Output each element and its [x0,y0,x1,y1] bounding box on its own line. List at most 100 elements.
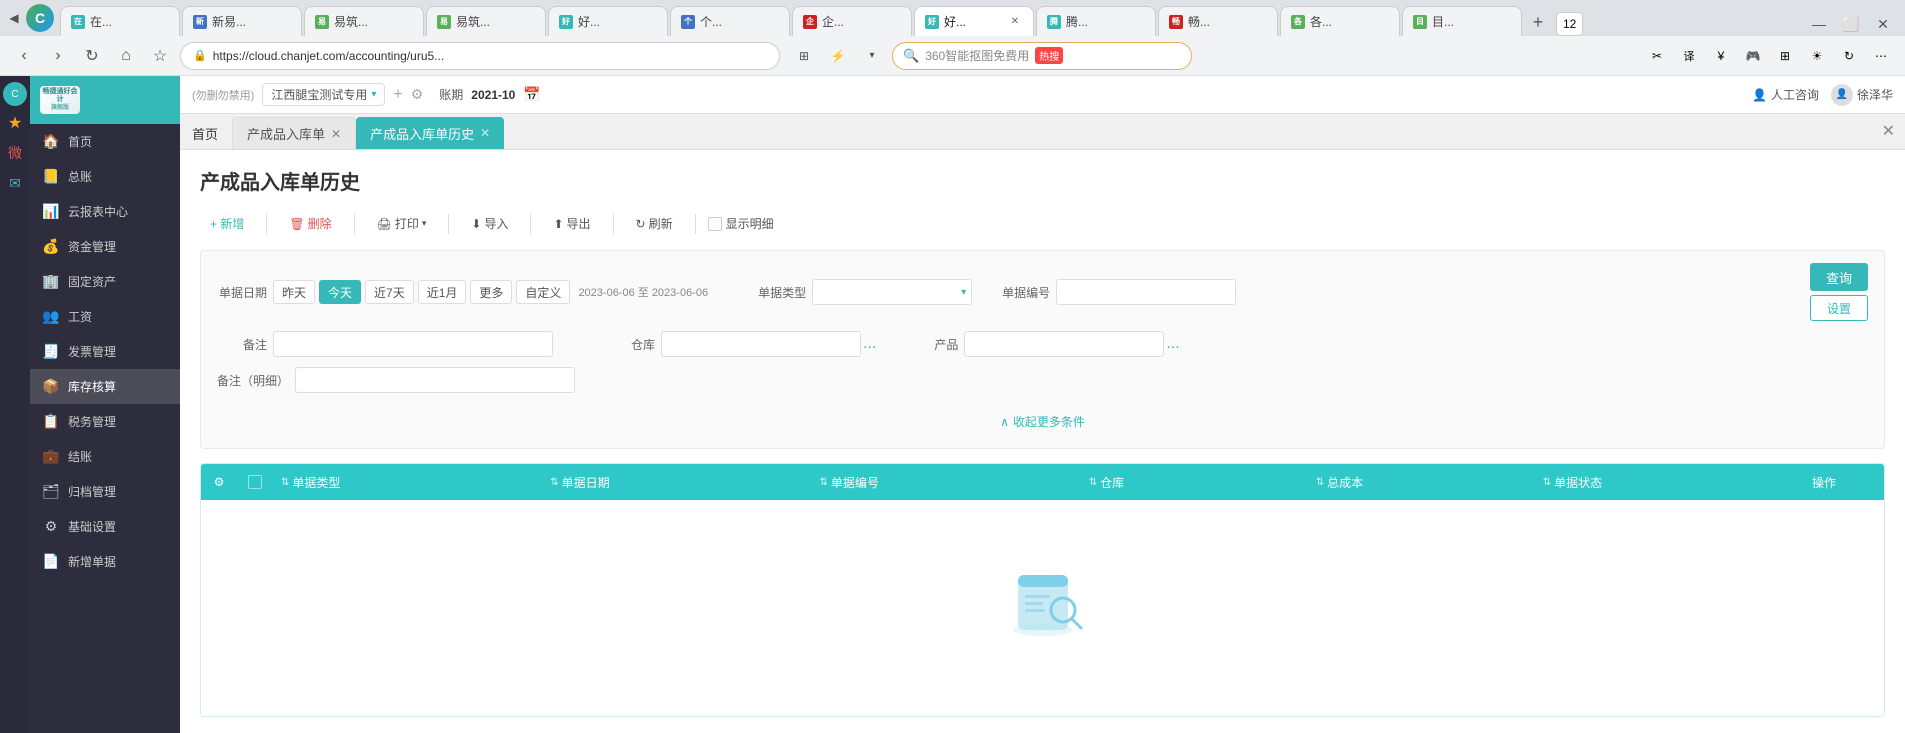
icon-sidebar-star[interactable]: ★ [2,110,28,136]
th-settings[interactable]: ⚙ [201,475,237,489]
back-button[interactable]: ‹ [10,42,38,70]
lightning-icon[interactable]: ⚡ [824,42,852,70]
grid-icon[interactable]: ⊞ [1771,42,1799,70]
header-checkbox[interactable] [248,475,262,489]
th-type[interactable]: ⇅ 单据类型 [273,474,542,491]
translate-icon[interactable]: 译 [1675,42,1703,70]
th-num[interactable]: ⇅ 单据编号 [811,474,1080,491]
icon-sidebar-mail[interactable]: ✉ [2,170,28,196]
th-cost[interactable]: ⇅ 总成本 [1308,474,1535,491]
product-input[interactable] [964,331,1164,357]
breadcrumb-home[interactable]: 首页 [180,117,230,149]
period-value[interactable]: 2021-10 [471,88,515,102]
th-checkbox[interactable] [237,475,273,489]
add-company-button[interactable]: + [393,86,402,104]
note-detail-input[interactable] [295,367,575,393]
tab-t1[interactable]: 在 在... [60,6,180,36]
user-info[interactable]: 👤 徐泽华 [1831,84,1893,106]
sidebar-item-general-ledger[interactable]: 📒 总账 [30,159,180,194]
minimize-button[interactable]: — [1807,12,1831,36]
sidebar-item-home[interactable]: 🏠 首页 [30,124,180,159]
show-detail-toggle[interactable]: 显示明细 [708,215,774,232]
collapse-button[interactable]: ∧ 收起更多条件 [992,409,1093,434]
doc-num-input[interactable] [1056,279,1236,305]
home-button[interactable]: ⌂ [112,42,140,70]
sidebar-item-archive[interactable]: 🗂 归档管理 [30,474,180,509]
date-btn-yesterday[interactable]: 昨天 [273,280,315,304]
search-bar[interactable]: 🔍 360智能抠图免费用 热搜 [892,42,1192,70]
refresh-button[interactable]: ↻ 刷新 [626,211,683,236]
human-service-button[interactable]: 👤 人工咨询 [1752,86,1819,103]
doc-type-select[interactable] [812,279,972,305]
scissors-icon[interactable]: ✂ [1643,42,1671,70]
sidebar-item-cloud-report[interactable]: 📊 云报表中心 [30,194,180,229]
tab-t7[interactable]: 企 企... [792,6,912,36]
tab-counter[interactable]: 12 [1556,12,1583,36]
tab-close-t8[interactable]: ✕ [1007,14,1023,30]
note-input[interactable] [273,331,553,357]
extensions-icon[interactable]: ⊞ [790,42,818,70]
th-status[interactable]: ⇅ 单据状态 [1535,474,1804,491]
sidebar-item-payroll[interactable]: 👥 工资 [30,299,180,334]
sidebar-header[interactable]: 畅捷通好会计 旗舰版 [30,76,180,124]
tab-t3[interactable]: 易 易筑... [304,6,424,36]
import-button[interactable]: ⬇ 导入 [461,211,518,236]
icon-sidebar-logo[interactable]: C [3,82,27,106]
warehouse-input[interactable] [661,331,861,357]
currency-icon[interactable]: ¥ [1707,42,1735,70]
maximize-button[interactable]: ⬜ [1839,12,1863,36]
tab-t8[interactable]: 好 好... ✕ [914,6,1034,36]
sidebar-item-fund-mgmt[interactable]: 💰 资金管理 [30,229,180,264]
tab-t11[interactable]: 各 各... [1280,6,1400,36]
theme-icon[interactable]: ☀ [1803,42,1831,70]
url-bar[interactable]: 🔒 https://cloud.chanjet.com/accounting/u… [180,42,780,70]
tab-t9[interactable]: 腾 腾... [1036,6,1156,36]
topbar-settings-icon[interactable]: ⚙ [411,86,424,103]
sidebar-item-settlement[interactable]: 💼 结账 [30,439,180,474]
page-tab-history-close[interactable]: ✕ [480,126,490,140]
th-date[interactable]: ⇅ 单据日期 [542,474,811,491]
sidebar-item-tax[interactable]: 📋 税务管理 [30,404,180,439]
product-more-icon[interactable]: ... [1166,335,1179,353]
date-btn-more[interactable]: 更多 [470,280,512,304]
game-icon[interactable]: 🎮 [1739,42,1767,70]
tab-area-close[interactable]: ✕ [1872,113,1905,149]
bookmark-button[interactable]: ☆ [146,42,174,70]
close-window-button[interactable]: ✕ [1871,12,1895,36]
page-tab-history[interactable]: 产成品入库单历史 ✕ [356,117,504,149]
delete-button[interactable]: 🗑 删除 [279,211,341,236]
sidebar-item-new-doc[interactable]: 📄 新增单据 [30,544,180,579]
print-button[interactable]: 🖨 打印 ▾ [367,211,437,236]
tab-t4[interactable]: 易 易筑... [426,6,546,36]
tab-t6[interactable]: 个 个... [670,6,790,36]
sidebar-item-fixed-assets[interactable]: 🏢 固定资产 [30,264,180,299]
th-warehouse[interactable]: ⇅ 仓库 [1081,474,1308,491]
tab-t10[interactable]: 畅 畅... [1158,6,1278,36]
browser-back-icon[interactable]: ◀ [6,10,22,26]
export-button[interactable]: ⬆ 导出 [543,211,600,236]
company-selector[interactable]: 江西腿宝测试专用 ▾ [262,83,385,106]
tab-t2[interactable]: 新 新易... [182,6,302,36]
icon-sidebar-weibo[interactable]: 微 [2,140,28,166]
reload-button[interactable]: ↻ [78,42,106,70]
page-tab-list-close[interactable]: ✕ [331,127,341,141]
query-button[interactable]: 查询 [1810,263,1868,291]
forward-button[interactable]: › [44,42,72,70]
warehouse-more-icon[interactable]: ... [863,335,876,353]
add-button[interactable]: + 新增 [200,211,254,236]
date-btn-1month[interactable]: 近1月 [418,280,467,304]
more-icon[interactable]: ⋯ [1867,42,1895,70]
sidebar-item-inventory[interactable]: 📦 库存核算 [30,369,180,404]
sync-icon[interactable]: ↻ [1835,42,1863,70]
sidebar-item-invoice[interactable]: 🧾 发票管理 [30,334,180,369]
show-detail-checkbox[interactable] [708,217,722,231]
date-btn-7days[interactable]: 近7天 [365,280,414,304]
dropdown-arrow[interactable]: ▾ [858,42,886,70]
sidebar-item-basic-settings[interactable]: ⚙ 基础设置 [30,509,180,544]
date-btn-today[interactable]: 今天 [319,280,361,304]
tab-t5[interactable]: 好 好... [548,6,668,36]
setting-button[interactable]: 设置 [1810,295,1868,321]
calendar-icon[interactable]: 📅 [523,86,540,103]
date-btn-custom[interactable]: 自定义 [516,280,570,304]
new-tab-button[interactable]: + [1524,8,1552,36]
